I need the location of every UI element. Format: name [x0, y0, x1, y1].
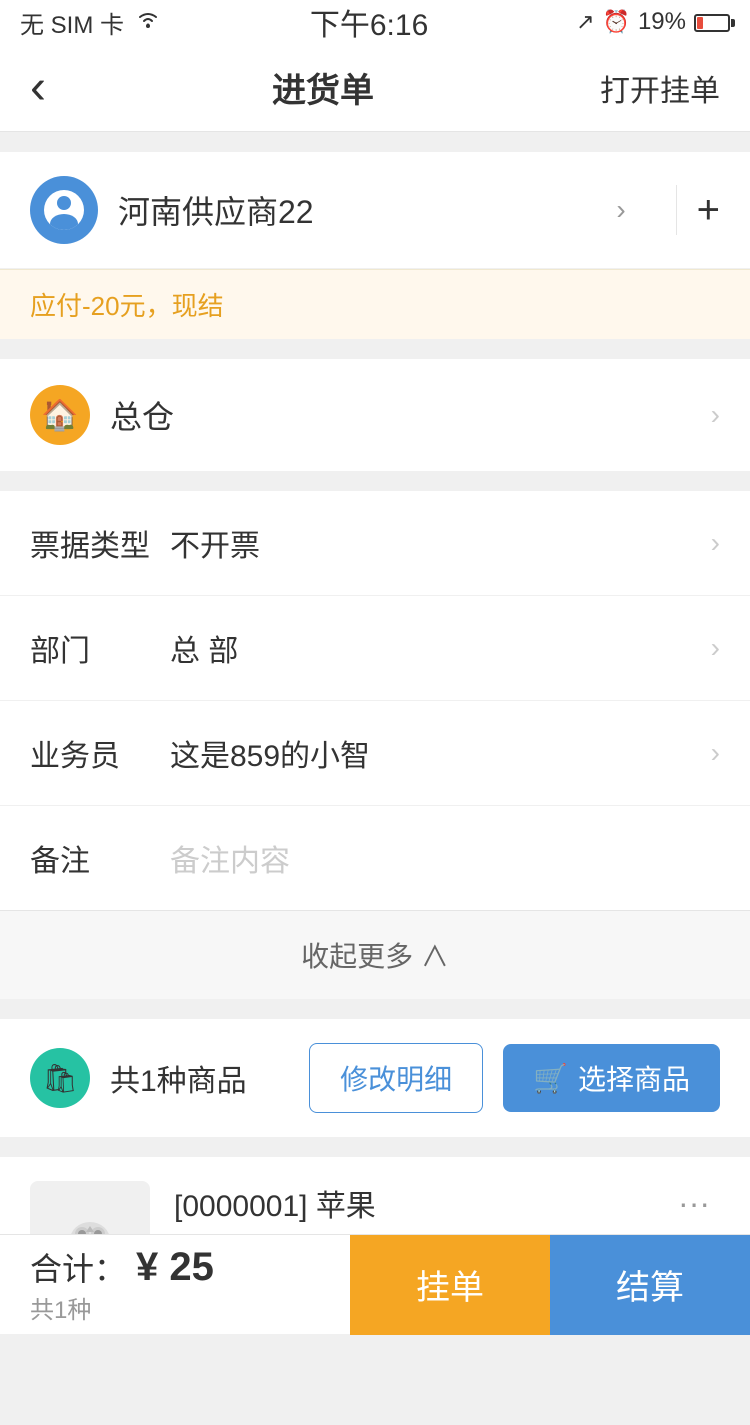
- wifi-icon: [134, 8, 162, 36]
- department-value: 总 部: [170, 626, 711, 670]
- product-more-button[interactable]: ···: [668, 1181, 720, 1226]
- salesperson-value: 这是859的小智: [170, 731, 711, 775]
- checkout-button[interactable]: 结算: [550, 1235, 750, 1335]
- bottom-total: 合计： ¥ 25 共1种: [0, 1244, 350, 1325]
- location-icon: ↗: [576, 9, 594, 35]
- total-main: 合计： ¥ 25: [30, 1244, 320, 1290]
- form-section: 票据类型 不开票 › 部门 总 部 › 业务员 这是859的小智 › 备注 备注…: [0, 491, 750, 999]
- supplier-avatar: [30, 176, 98, 244]
- department-chevron-icon: ›: [711, 632, 720, 664]
- invoice-type-chevron-icon: ›: [711, 527, 720, 559]
- status-left: 无 SIM 卡: [20, 5, 162, 40]
- warehouse-chevron-icon: ›: [711, 399, 720, 431]
- warehouse-section: 🏠 总仓 ›: [0, 359, 750, 471]
- department-label: 部门: [30, 626, 150, 670]
- department-row[interactable]: 部门 总 部 ›: [0, 595, 750, 700]
- status-bar: 无 SIM 卡 下午6:16 ↗ ⏰ 19%: [0, 0, 750, 44]
- total-amount: ¥ 25: [136, 1245, 214, 1290]
- salesperson-row[interactable]: 业务员 这是859的小智 ›: [0, 700, 750, 805]
- salesperson-label: 业务员: [30, 731, 150, 775]
- product-header: 🛍 共1种商品 修改明细 🛒 选择商品: [0, 1019, 750, 1137]
- supplier-name: 河南供应商22: [118, 187, 616, 233]
- alarm-icon: ⏰: [603, 9, 630, 35]
- supplier-section: 河南供应商22 › + 应付-20元，现结: [0, 152, 750, 339]
- total-label: 合计：: [30, 1244, 126, 1290]
- select-product-button[interactable]: 🛒 选择商品: [503, 1044, 720, 1112]
- gap-4: [0, 999, 750, 1019]
- nav-bar: ‹ 进货单 打开挂单: [0, 44, 750, 132]
- product-code: [0000001]: [174, 1190, 307, 1223]
- vertical-divider: [676, 185, 677, 235]
- warehouse-row[interactable]: 🏠 总仓 ›: [0, 359, 750, 471]
- product-count-text: 共1种商品: [110, 1056, 289, 1100]
- invoice-type-value: 不开票: [170, 521, 711, 565]
- remark-row[interactable]: 备注 备注内容: [0, 805, 750, 910]
- house-icon: 🏠: [41, 398, 78, 433]
- open-hang-button[interactable]: 打开挂单: [600, 66, 720, 110]
- warehouse-name: 总仓: [110, 392, 711, 438]
- carrier-label: 无 SIM 卡: [20, 5, 124, 40]
- status-right: ↗ ⏰ 19%: [576, 8, 730, 36]
- invoice-type-label: 票据类型: [30, 521, 150, 565]
- salesperson-chevron-icon: ›: [711, 737, 720, 769]
- add-supplier-button[interactable]: +: [697, 188, 720, 233]
- shopping-bag-icon: 🛍: [42, 1062, 78, 1095]
- gap-2: [0, 339, 750, 359]
- warehouse-icon-wrap: 🏠: [30, 385, 90, 445]
- page-title: 进货单: [272, 63, 374, 112]
- modify-detail-button[interactable]: 修改明细: [309, 1043, 483, 1113]
- battery-icon: [694, 8, 730, 36]
- gap-1: [0, 132, 750, 152]
- battery-percent: 19%: [638, 8, 686, 36]
- bottom-bar: 合计： ¥ 25 共1种 挂单 结算: [0, 1234, 750, 1334]
- remark-placeholder: 备注内容: [170, 836, 720, 880]
- invoice-type-row[interactable]: 票据类型 不开票 ›: [0, 491, 750, 595]
- supplier-chevron-icon: ›: [616, 194, 625, 226]
- back-button[interactable]: ‹: [30, 60, 46, 115]
- remark-label: 备注: [30, 836, 150, 880]
- total-sub: 共1种: [30, 1290, 320, 1325]
- supplier-avatar-icon: [44, 190, 84, 230]
- select-product-label: 选择商品: [578, 1058, 690, 1098]
- status-time: 下午6:16: [310, 0, 428, 44]
- cart-icon: 🛒: [533, 1062, 568, 1095]
- product-icon-wrap: 🛍: [30, 1048, 90, 1108]
- main-content: 河南供应商22 › + 应付-20元，现结 🏠 总仓 › 票据类型 不开票 › …: [0, 132, 750, 1425]
- collapse-bar[interactable]: 收起更多 ∧: [0, 910, 750, 999]
- gap-3: [0, 471, 750, 491]
- notice-banner: 应付-20元，现结: [0, 269, 750, 339]
- hang-order-button[interactable]: 挂单: [350, 1235, 550, 1335]
- product-name: [0000001] 苹果: [174, 1181, 644, 1225]
- supplier-row[interactable]: 河南供应商22 › +: [0, 152, 750, 269]
- product-title: 苹果: [316, 1190, 376, 1223]
